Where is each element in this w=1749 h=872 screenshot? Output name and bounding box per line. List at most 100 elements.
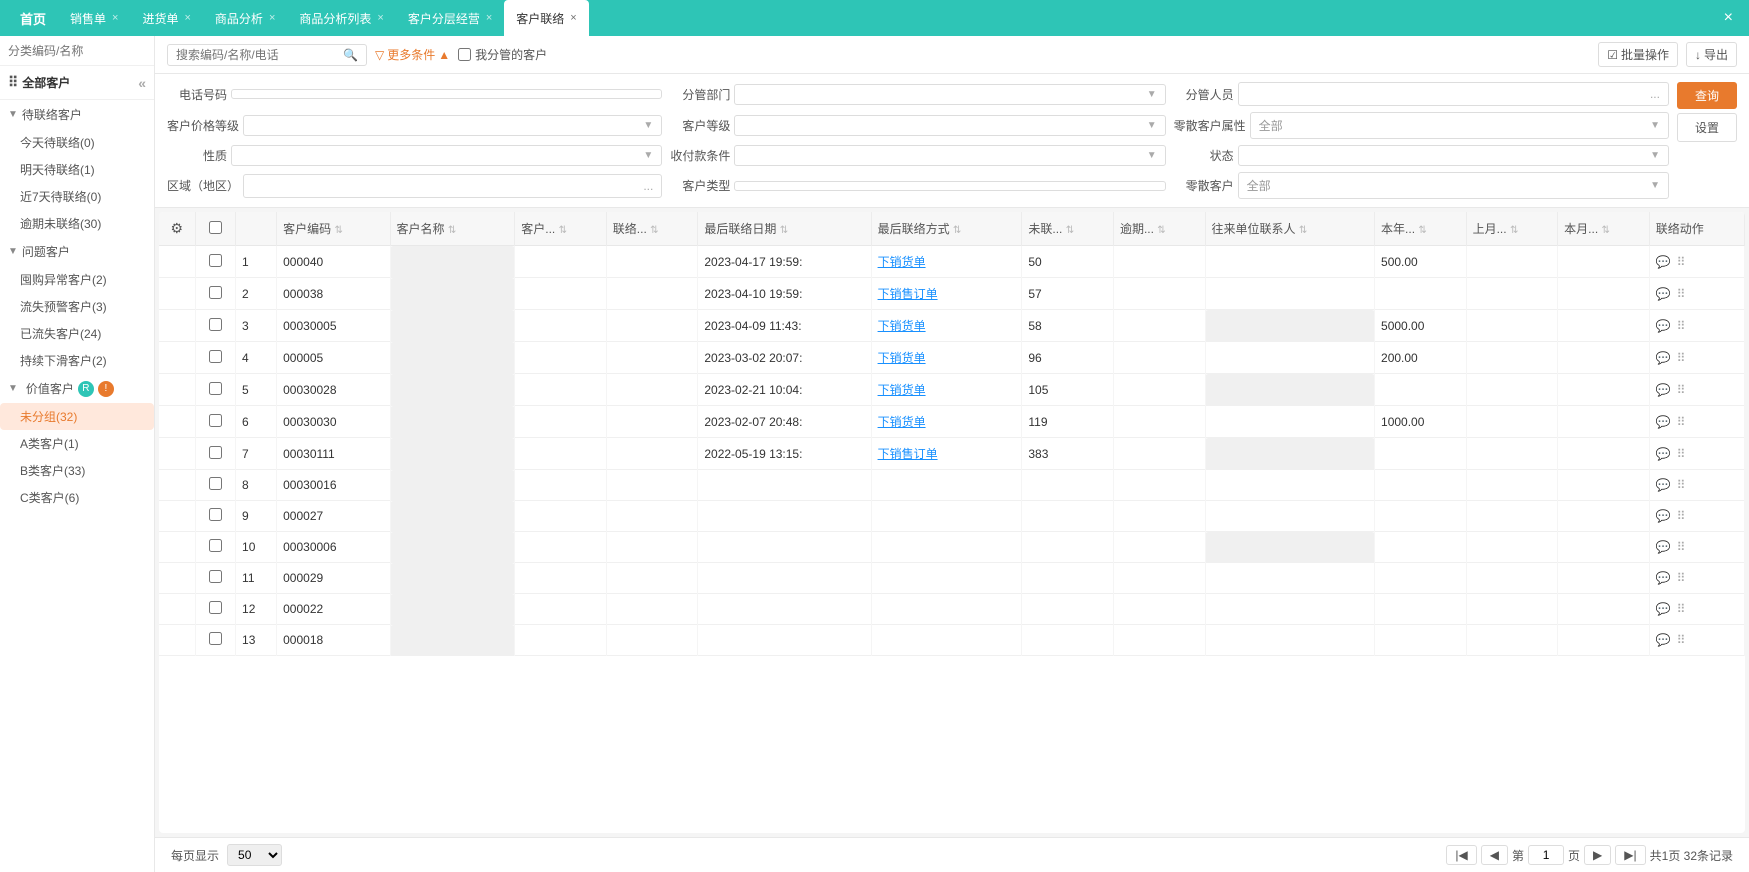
message-action-icon[interactable]: 💬	[1656, 633, 1671, 647]
grid-action-icon[interactable]: ⠿	[1677, 602, 1686, 616]
sidebar-item-churn-warning[interactable]: 流失预警客户(3)	[0, 293, 154, 320]
sidebar-item-tomorrow[interactable]: 明天待联络(1)	[0, 156, 154, 183]
batch-operation-button[interactable]: ☑ 批量操作	[1598, 42, 1678, 67]
gear-column-header[interactable]: ⚙	[159, 212, 195, 246]
last-month-header[interactable]: 上月... ⇅	[1466, 212, 1558, 246]
more-conditions-button[interactable]: ▽ 更多条件 ▲	[375, 46, 450, 63]
message-action-icon[interactable]: 💬	[1656, 287, 1671, 301]
close-customer-contact-tab[interactable]: ×	[570, 12, 576, 24]
this-month-header[interactable]: 本月... ⇅	[1558, 212, 1650, 246]
message-action-icon[interactable]: 💬	[1656, 509, 1671, 523]
message-action-icon[interactable]: 💬	[1656, 351, 1671, 365]
nav-tab-purchase[interactable]: 进货单 ×	[130, 0, 202, 36]
grid-action-icon[interactable]: ⠿	[1677, 540, 1686, 554]
main-search-icon[interactable]: 🔍	[343, 48, 358, 62]
customer-level-select[interactable]: ▼	[734, 115, 1165, 136]
window-close-button[interactable]: ×	[1716, 9, 1741, 27]
sidebar-search-input[interactable]	[8, 44, 155, 58]
row-checkbox[interactable]	[209, 539, 222, 552]
nature-select[interactable]: ▼	[231, 145, 662, 166]
message-action-icon[interactable]: 💬	[1656, 415, 1671, 429]
message-action-icon[interactable]: 💬	[1656, 540, 1671, 554]
select-all-checkbox[interactable]	[209, 221, 222, 234]
retail-customer-select[interactable]: 全部 ▼	[1238, 172, 1669, 199]
nav-tab-analysis[interactable]: 商品分析 ×	[203, 0, 287, 36]
sidebar-item-class-c[interactable]: C类客户(6)	[0, 484, 154, 511]
message-action-icon[interactable]: 💬	[1656, 319, 1671, 333]
row-checkbox[interactable]	[209, 254, 222, 267]
row-checkbox[interactable]	[209, 318, 222, 331]
nav-home[interactable]: 首页	[8, 0, 58, 36]
row-checkbox[interactable]	[209, 446, 222, 459]
message-action-icon[interactable]: 💬	[1656, 447, 1671, 461]
nav-tab-customer-layer[interactable]: 客户分层经营 ×	[396, 0, 504, 36]
sidebar-section-value[interactable]: ▼ 价值客户 R !	[0, 374, 154, 403]
grid-action-icon[interactable]: ⠿	[1677, 633, 1686, 647]
sidebar-item-declining[interactable]: 持续下滑客户(2)	[0, 347, 154, 374]
nav-tab-analysis-list[interactable]: 商品分析列表 ×	[287, 0, 395, 36]
message-action-icon[interactable]: 💬	[1656, 255, 1671, 269]
first-page-button[interactable]: |◀	[1446, 845, 1476, 865]
row-checkbox[interactable]	[209, 632, 222, 645]
close-sales-tab[interactable]: ×	[112, 12, 118, 24]
unit-contact-header[interactable]: 往来单位联系人 ⇅	[1205, 212, 1375, 246]
main-search-input[interactable]	[176, 48, 343, 62]
region-input[interactable]: ...	[243, 174, 662, 198]
sidebar-item-hoarding[interactable]: 囤购异常客户(2)	[0, 266, 154, 293]
retail-attr-select[interactable]: 全部 ▼	[1250, 112, 1669, 139]
row-checkbox[interactable]	[209, 508, 222, 521]
contact-column-header[interactable]: 联络... ⇅	[606, 212, 698, 246]
row-last-contact-method-cell[interactable]: 下销售订单	[871, 438, 1022, 470]
sidebar-all-customers[interactable]: ⠿ 全部客户 «	[0, 66, 154, 100]
row-last-contact-method-cell[interactable]: 下销货单	[871, 342, 1022, 374]
payment-select[interactable]: ▼	[734, 145, 1165, 166]
close-customer-layer-tab[interactable]: ×	[486, 12, 492, 24]
last-contact-method-header[interactable]: 最后联络方式 ⇅	[871, 212, 1022, 246]
dept-select[interactable]: ▼	[734, 84, 1165, 105]
row-last-contact-method-cell[interactable]: 下销售订单	[871, 278, 1022, 310]
close-analysis-list-tab[interactable]: ×	[377, 12, 383, 24]
nav-tab-customer-contact[interactable]: 客户联络 ×	[504, 0, 588, 36]
row-checkbox[interactable]	[209, 382, 222, 395]
close-analysis-tab[interactable]: ×	[269, 12, 275, 24]
last-page-button[interactable]: ▶|	[1615, 845, 1645, 865]
sidebar-item-class-b[interactable]: B类客户(33)	[0, 457, 154, 484]
grid-action-icon[interactable]: ⠿	[1677, 319, 1686, 333]
customer-type-input[interactable]	[734, 181, 1165, 191]
reset-button[interactable]: 设置	[1677, 113, 1737, 142]
sidebar-item-overdue-contact[interactable]: 逾期未联络(30)	[0, 210, 154, 237]
last-contact-date-header[interactable]: 最后联络日期 ⇅	[698, 212, 871, 246]
next-page-button[interactable]: ▶	[1584, 845, 1611, 865]
my-customers-checkbox[interactable]	[458, 48, 471, 61]
message-action-icon[interactable]: 💬	[1656, 383, 1671, 397]
sidebar-item-churned[interactable]: 已流失客户(24)	[0, 320, 154, 347]
price-level-select[interactable]: ▼	[243, 115, 662, 136]
query-button[interactable]: 查询	[1677, 82, 1737, 109]
sidebar-collapse-button[interactable]: «	[138, 75, 146, 91]
grid-action-icon[interactable]: ⠿	[1677, 287, 1686, 301]
row-checkbox[interactable]	[209, 601, 222, 614]
status-select[interactable]: ▼	[1238, 145, 1669, 166]
prev-page-button[interactable]: ◀	[1481, 845, 1508, 865]
sidebar-item-ungroup[interactable]: 未分组(32)	[0, 403, 154, 430]
sidebar-section-pending[interactable]: ▼ 待联络客户	[0, 100, 154, 129]
export-button[interactable]: ↓ 导出	[1686, 42, 1737, 67]
grid-action-icon[interactable]: ⠿	[1677, 447, 1686, 461]
sidebar-section-problems[interactable]: ▼ 问题客户	[0, 237, 154, 266]
grid-action-icon[interactable]: ⠿	[1677, 383, 1686, 397]
row-checkbox[interactable]	[209, 350, 222, 363]
per-page-select[interactable]: 50 20 100	[227, 844, 282, 866]
my-customers-filter[interactable]: 我分管的客户	[458, 46, 547, 63]
row-last-contact-method-cell[interactable]: 下销货单	[871, 406, 1022, 438]
type-column-header[interactable]: 客户... ⇅	[515, 212, 607, 246]
message-action-icon[interactable]: 💬	[1656, 571, 1671, 585]
row-last-contact-method-cell[interactable]: 下销货单	[871, 310, 1022, 342]
grid-action-icon[interactable]: ⠿	[1677, 255, 1686, 269]
grid-action-icon[interactable]: ⠿	[1677, 351, 1686, 365]
grid-action-icon[interactable]: ⠿	[1677, 509, 1686, 523]
message-action-icon[interactable]: 💬	[1656, 478, 1671, 492]
no-contact-header[interactable]: 未联... ⇅	[1022, 212, 1114, 246]
grid-action-icon[interactable]: ⠿	[1677, 415, 1686, 429]
row-checkbox[interactable]	[209, 286, 222, 299]
sidebar-item-7days[interactable]: 近7天待联络(0)	[0, 183, 154, 210]
